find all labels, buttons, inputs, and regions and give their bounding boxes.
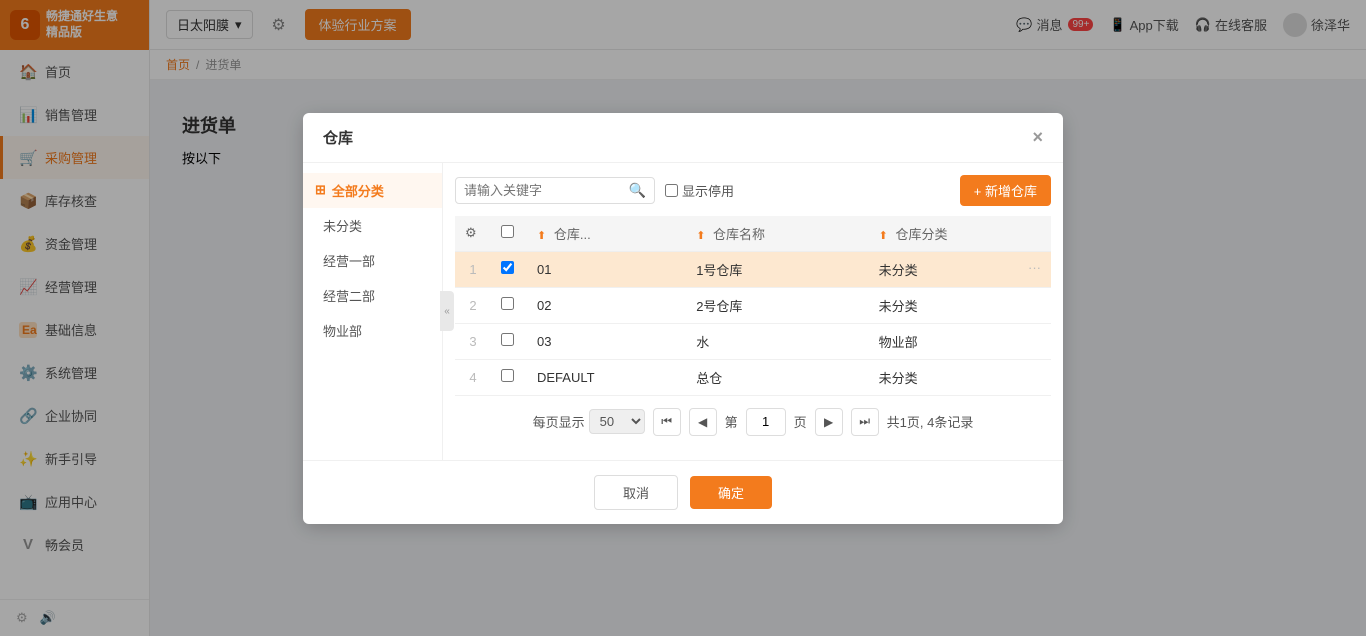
table-container: ⚙ ⬆ 仓库... ⬆ 仓库名称: [455, 216, 1051, 396]
row-code: DEFAULT: [527, 359, 686, 395]
table-toolbar: 🔍 显示停用 + 新增仓库: [455, 175, 1051, 206]
add-warehouse-button[interactable]: + 新增仓库: [960, 175, 1051, 206]
row-gear: 4: [455, 359, 491, 395]
modal-overlay: 仓库 × ⊞ 全部分类 未分类 经营一部 经营二部: [0, 0, 1366, 636]
row-checkbox[interactable]: [501, 369, 514, 382]
category-panel: ⊞ 全部分类 未分类 经营一部 经营二部 物业部 «: [303, 163, 443, 460]
row-checkbox[interactable]: [501, 333, 514, 346]
sort-icon: ⬆: [879, 230, 888, 242]
warehouse-modal: 仓库 × ⊞ 全部分类 未分类 经营一部 经营二部: [303, 113, 1063, 524]
row-gear: 2: [455, 287, 491, 323]
sort-icon: ⬆: [696, 230, 705, 242]
confirm-button[interactable]: 确定: [690, 476, 772, 509]
name-header[interactable]: ⬆ 仓库名称: [686, 216, 868, 252]
last-page-button[interactable]: ⏭: [851, 408, 879, 436]
table-panel: 🔍 显示停用 + 新增仓库 ⚙: [443, 163, 1063, 460]
checkbox-header: [491, 216, 527, 252]
page-number-input[interactable]: [746, 408, 786, 436]
table-row[interactable]: 2 02 2号仓库 未分类: [455, 287, 1051, 323]
collapse-panel-button[interactable]: «: [440, 291, 454, 331]
row-name: 1号仓库: [686, 251, 868, 287]
gear-header: ⚙: [455, 216, 491, 252]
first-page-button[interactable]: ⏮: [653, 408, 681, 436]
row-checkbox-cell[interactable]: [491, 287, 527, 323]
row-category: 未分类···: [869, 251, 1051, 287]
row-code: 01: [527, 251, 686, 287]
row-gear: 1: [455, 251, 491, 287]
page-suffix-label: 页: [794, 412, 807, 431]
category-item-label: 物业部: [323, 324, 362, 339]
row-name: 2号仓库: [686, 287, 868, 323]
row-category: 未分类: [869, 359, 1051, 395]
search-box[interactable]: 🔍: [455, 177, 655, 204]
row-name: 总仓: [686, 359, 868, 395]
sort-icon: ⬆: [537, 230, 546, 242]
row-checkbox-cell[interactable]: [491, 251, 527, 287]
show-disabled-checkbox[interactable]: 显示停用: [665, 181, 734, 200]
cancel-button[interactable]: 取消: [594, 475, 678, 510]
row-category: 物业部: [869, 323, 1051, 359]
category-item-label: 经营二部: [323, 289, 375, 304]
pagination: 每页显示 50 100 200 ⏮ ◀ 第 页 ▶ ⏭ 共1页, 4条记录: [455, 396, 1051, 448]
search-icon: 🔍: [629, 182, 646, 199]
row-checkbox[interactable]: [501, 261, 514, 274]
select-all-checkbox[interactable]: [501, 225, 514, 238]
page-prefix-label: 第: [725, 412, 738, 431]
per-page-label: 每页显示: [533, 412, 585, 431]
row-code: 02: [527, 287, 686, 323]
grid-icon: ⊞: [315, 182, 326, 198]
next-page-button[interactable]: ▶: [815, 408, 843, 436]
category-all[interactable]: ⊞ 全部分类: [303, 173, 442, 208]
table-header-row: ⚙ ⬆ 仓库... ⬆ 仓库名称: [455, 216, 1051, 252]
category-item-2[interactable]: 经营二部: [303, 278, 442, 313]
row-checkbox-cell[interactable]: [491, 359, 527, 395]
category-item-1[interactable]: 经营一部: [303, 243, 442, 278]
row-category: 未分类: [869, 287, 1051, 323]
show-disabled-input[interactable]: [665, 184, 678, 197]
row-checkbox-cell[interactable]: [491, 323, 527, 359]
per-page-selector[interactable]: 每页显示 50 100 200: [533, 409, 645, 434]
row-checkbox[interactable]: [501, 297, 514, 310]
row-name: 水: [686, 323, 868, 359]
modal-footer: 取消 确定: [303, 460, 1063, 524]
show-disabled-label: 显示停用: [682, 181, 734, 200]
table-row[interactable]: 3 03 水 物业部: [455, 323, 1051, 359]
row-gear: 3: [455, 323, 491, 359]
table-row[interactable]: 1 01 1号仓库 未分类···: [455, 251, 1051, 287]
category-item-0[interactable]: 未分类: [303, 208, 442, 243]
category-header[interactable]: ⬆ 仓库分类: [869, 216, 1051, 252]
row-code: 03: [527, 323, 686, 359]
search-input[interactable]: [464, 183, 623, 198]
category-item-label: 经营一部: [323, 254, 375, 269]
modal-header: 仓库 ×: [303, 113, 1063, 163]
table-row[interactable]: 4 DEFAULT 总仓 未分类: [455, 359, 1051, 395]
modal-title: 仓库: [323, 127, 353, 148]
category-all-label: 全部分类: [332, 181, 384, 200]
category-item-3[interactable]: 物业部: [303, 313, 442, 348]
modal-body: ⊞ 全部分类 未分类 经营一部 经营二部 物业部 «: [303, 163, 1063, 460]
category-item-label: 未分类: [323, 219, 362, 234]
total-records-label: 共1页, 4条记录: [887, 412, 974, 431]
warehouse-table: ⚙ ⬆ 仓库... ⬆ 仓库名称: [455, 216, 1051, 396]
per-page-select[interactable]: 50 100 200: [589, 409, 645, 434]
close-button[interactable]: ×: [1032, 127, 1043, 148]
code-header[interactable]: ⬆ 仓库...: [527, 216, 686, 252]
prev-page-button[interactable]: ◀: [689, 408, 717, 436]
